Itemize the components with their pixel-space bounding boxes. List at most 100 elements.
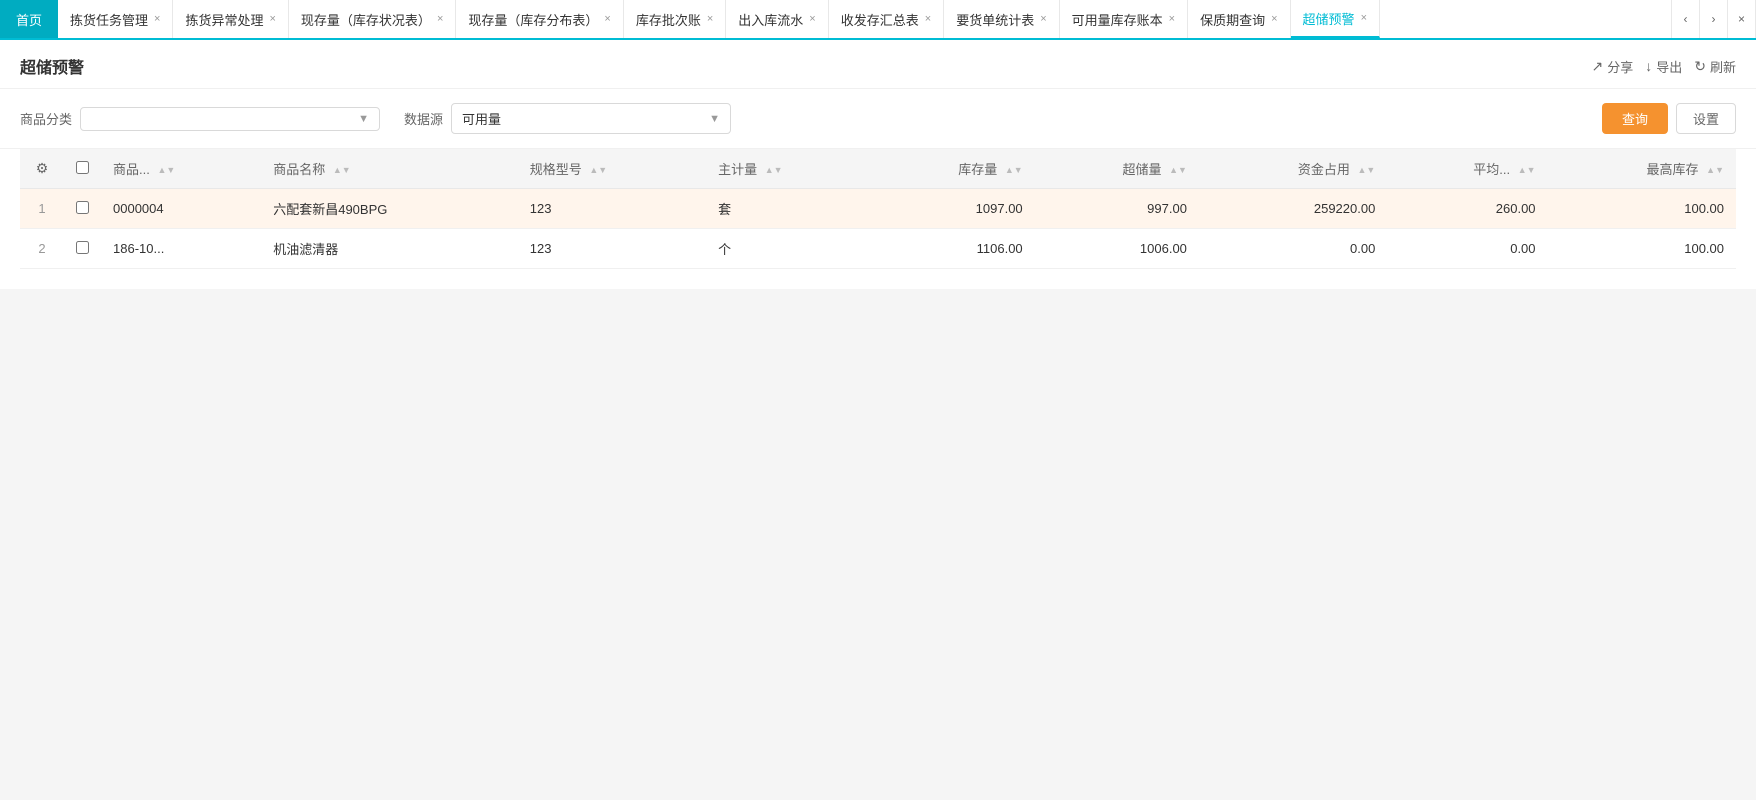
tab-7[interactable]: 收发存汇总表 × — [829, 0, 944, 38]
row-capital: 259220.00 — [1199, 189, 1387, 229]
sort-icon-overflow: ▲▼ — [1169, 166, 1187, 175]
table-header-row: ⚙ 商品... ▲▼ 商品名称 ▲▼ 规格型号 ▲▼ — [20, 149, 1736, 189]
tab-10[interactable]: 保质期查询 × — [1188, 0, 1290, 38]
nav-arrows: ‹ › × — [1671, 0, 1756, 38]
tab-6[interactable]: 出入库流水 × — [726, 0, 828, 38]
th-settings: ⚙ — [20, 149, 64, 189]
share-icon: ↗ — [1591, 58, 1603, 75]
refresh-icon: ↻ — [1694, 58, 1706, 75]
top-navigation: 首页 拣货任务管理 × 拣货异常处理 × 现存量（库存状况表） × 现存量（库存… — [0, 0, 1756, 40]
share-button[interactable]: ↗ 分享 — [1591, 57, 1633, 76]
row-name: 六配套新昌490BPG — [261, 189, 518, 229]
row-stock: 1106.00 — [870, 229, 1034, 269]
tab-5-close[interactable]: × — [707, 13, 713, 25]
th-max[interactable]: 最高库存 ▲▼ — [1548, 149, 1736, 189]
tab-4-close[interactable]: × — [604, 13, 610, 25]
row-checkbox-cell — [64, 229, 101, 269]
th-name[interactable]: 商品名称 ▲▼ — [261, 149, 518, 189]
tab-11-close[interactable]: × — [1361, 12, 1367, 24]
row-num: 1 — [20, 189, 64, 229]
sort-icon-avg: ▲▼ — [1518, 166, 1536, 175]
sort-icon-capital: ▲▼ — [1357, 166, 1375, 175]
chevron-down-icon: ▼ — [358, 113, 369, 125]
header-actions: ↗ 分享 ↓ 导出 ↻ 刷新 — [1591, 57, 1736, 76]
query-button[interactable]: 查询 — [1602, 103, 1668, 134]
row-max: 100.00 — [1548, 229, 1736, 269]
table-row: 1 0000004 六配套新昌490BPG 123 套 1097.00 997.… — [20, 189, 1736, 229]
export-icon: ↓ — [1645, 58, 1652, 74]
row-code: 0000004 — [101, 189, 261, 229]
datasource-select[interactable]: 可用量 ▼ — [451, 103, 731, 134]
tab-3-close[interactable]: × — [437, 13, 443, 25]
datasource-select-value: 可用量 — [462, 109, 501, 128]
row-unit: 个 — [706, 229, 870, 269]
tab-1[interactable]: 拣货任务管理 × — [58, 0, 173, 38]
row-stock: 1097.00 — [870, 189, 1034, 229]
row-name: 机油滤清器 — [261, 229, 518, 269]
datasource-label: 数据源 — [404, 109, 443, 128]
row-overflow: 997.00 — [1035, 189, 1199, 229]
row-spec: 123 — [518, 189, 706, 229]
th-spec[interactable]: 规格型号 ▲▼ — [518, 149, 706, 189]
row-capital: 0.00 — [1199, 229, 1387, 269]
tab-9[interactable]: 可用量库存账本 × — [1060, 0, 1188, 38]
th-stock[interactable]: 库存量 ▲▼ — [870, 149, 1034, 189]
sort-icon-code: ▲▼ — [157, 166, 175, 175]
table-row: 2 186-10... 机油滤清器 123 个 1106.00 1006.00 … — [20, 229, 1736, 269]
chevron-down-icon-2: ▼ — [709, 113, 720, 125]
row-num: 2 — [20, 229, 64, 269]
tab-5[interactable]: 库存批次账 × — [624, 0, 726, 38]
th-avg[interactable]: 平均... ▲▼ — [1387, 149, 1547, 189]
tab-8-close[interactable]: × — [1040, 13, 1046, 25]
data-table: ⚙ 商品... ▲▼ 商品名称 ▲▼ 规格型号 ▲▼ — [20, 149, 1736, 269]
tab-7-close[interactable]: × — [925, 13, 931, 25]
tab-4[interactable]: 现存量（库存分布表） × — [456, 0, 623, 38]
row-code: 186-10... — [101, 229, 261, 269]
row-unit: 套 — [706, 189, 870, 229]
th-overflow[interactable]: 超储量 ▲▼ — [1035, 149, 1199, 189]
export-button[interactable]: ↓ 导出 — [1645, 57, 1682, 76]
row-spec: 123 — [518, 229, 706, 269]
nav-arrow-close[interactable]: × — [1728, 0, 1756, 38]
category-select[interactable]: ▼ — [80, 107, 380, 131]
page-title: 超储预警 — [20, 54, 84, 78]
page-container: 超储预警 ↗ 分享 ↓ 导出 ↻ 刷新 商品分类 ▼ 数据源 — [0, 40, 1756, 289]
refresh-button[interactable]: ↻ 刷新 — [1694, 57, 1736, 76]
tab-6-close[interactable]: × — [809, 13, 815, 25]
select-all-checkbox[interactable] — [76, 161, 89, 174]
tab-10-close[interactable]: × — [1271, 13, 1277, 25]
th-code[interactable]: 商品... ▲▼ — [101, 149, 261, 189]
category-label: 商品分类 — [20, 109, 72, 128]
settings-button[interactable]: 设置 — [1676, 103, 1736, 134]
sort-icon-max: ▲▼ — [1706, 166, 1724, 175]
tab-9-close[interactable]: × — [1169, 13, 1175, 25]
tab-11[interactable]: 超储预警 × — [1291, 0, 1380, 38]
nav-home[interactable]: 首页 — [0, 0, 58, 38]
filter-buttons: 查询 设置 — [1602, 103, 1736, 134]
th-unit[interactable]: 主计量 ▲▼ — [706, 149, 870, 189]
tab-8[interactable]: 要货单统计表 × — [944, 0, 1059, 38]
row-checkbox-0[interactable] — [76, 201, 89, 214]
filter-area: 商品分类 ▼ 数据源 可用量 ▼ 查询 设置 — [0, 89, 1756, 149]
row-avg: 260.00 — [1387, 189, 1547, 229]
th-capital[interactable]: 资金占用 ▲▼ — [1199, 149, 1387, 189]
tab-3[interactable]: 现存量（库存状况表） × — [289, 0, 456, 38]
row-checkbox-cell — [64, 189, 101, 229]
sort-icon-stock: ▲▼ — [1005, 166, 1023, 175]
filter-datasource: 数据源 可用量 ▼ — [404, 103, 731, 134]
row-max: 100.00 — [1548, 189, 1736, 229]
settings-icon[interactable]: ⚙ — [36, 160, 49, 176]
sort-icon-unit: ▲▼ — [765, 166, 783, 175]
sort-icon-name: ▲▼ — [333, 166, 351, 175]
th-checkbox — [64, 149, 101, 189]
nav-arrow-left[interactable]: ‹ — [1672, 0, 1700, 38]
page-header: 超储预警 ↗ 分享 ↓ 导出 ↻ 刷新 — [0, 40, 1756, 89]
tab-2[interactable]: 拣货异常处理 × — [173, 0, 288, 38]
nav-arrow-right[interactable]: › — [1700, 0, 1728, 38]
filter-category: 商品分类 ▼ — [20, 107, 380, 131]
tab-2-close[interactable]: × — [269, 13, 275, 25]
row-checkbox-1[interactable] — [76, 241, 89, 254]
tab-1-close[interactable]: × — [154, 13, 160, 25]
row-avg: 0.00 — [1387, 229, 1547, 269]
row-overflow: 1006.00 — [1035, 229, 1199, 269]
